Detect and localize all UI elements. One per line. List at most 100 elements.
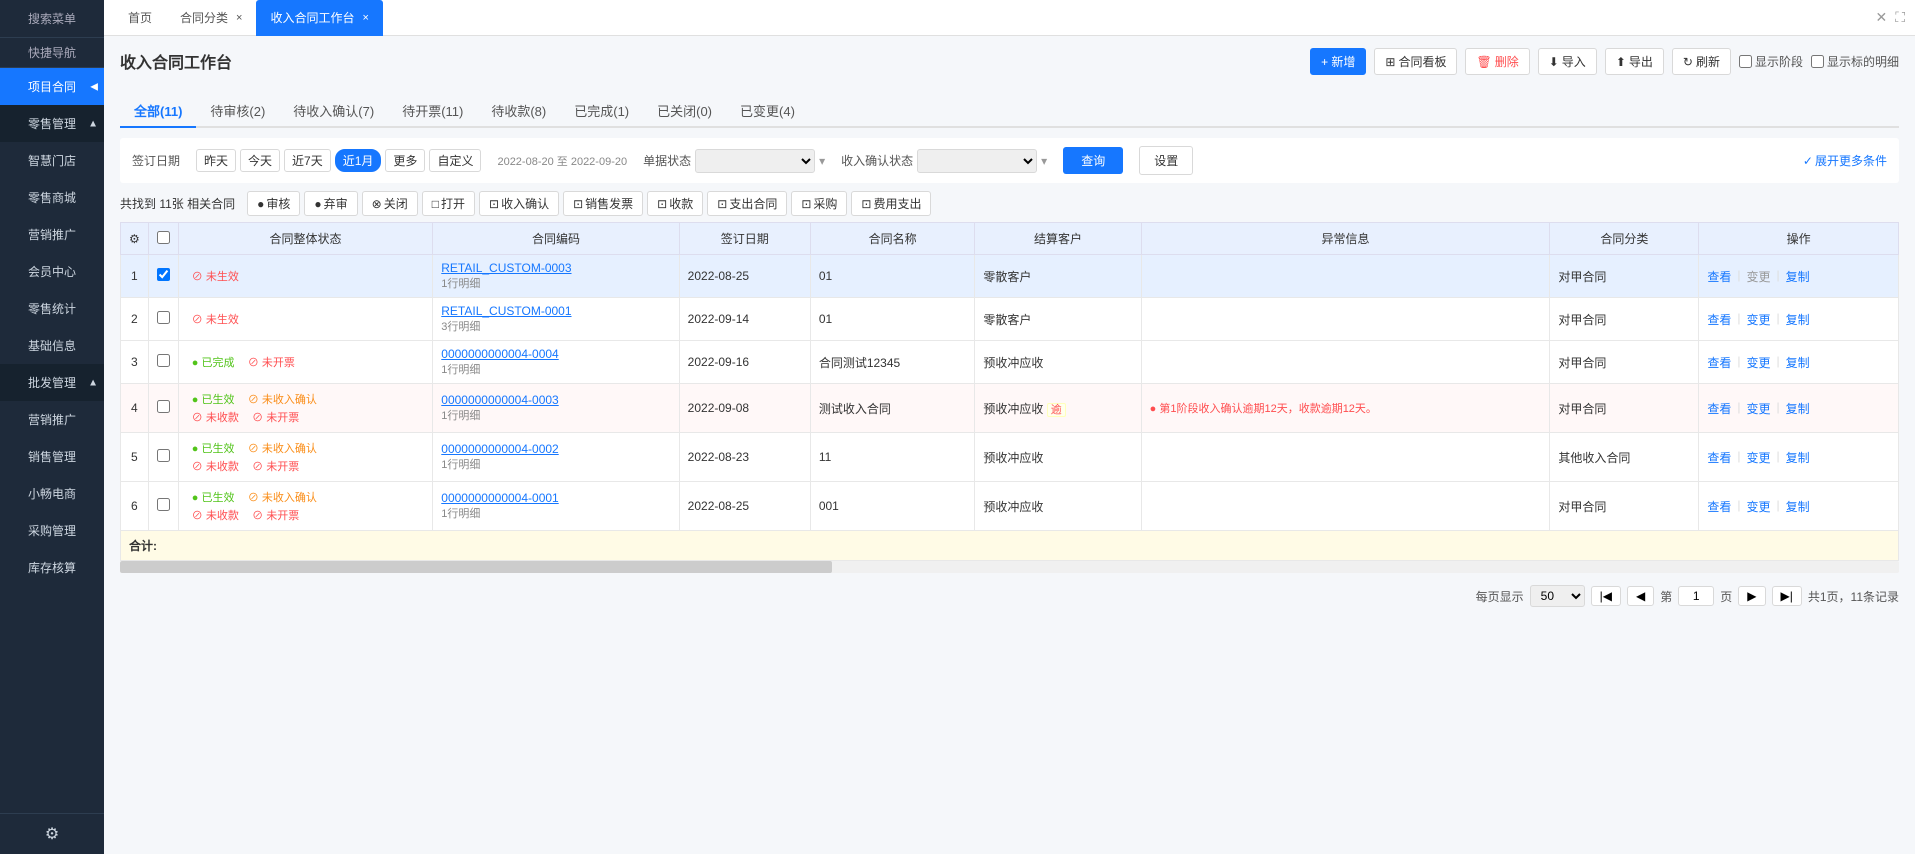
doc-status-select[interactable]: [695, 149, 815, 173]
row-checkbox[interactable]: [148, 255, 178, 298]
sidebar-item-retail-stat[interactable]: 零售统计: [0, 290, 104, 327]
sidebar-item-member[interactable]: 会员中心: [0, 253, 104, 290]
receipt-button[interactable]: ⊡ 收款: [647, 191, 703, 216]
sidebar-nav[interactable]: 快捷导航: [0, 38, 104, 68]
custom-btn[interactable]: 自定义: [429, 149, 481, 172]
close-contract-button[interactable]: ⊗ 关闭: [362, 191, 418, 216]
sidebar-item-project[interactable]: 项目合同 ◀: [0, 68, 104, 105]
sidebar-item-smart-store[interactable]: 智慧门店: [0, 142, 104, 179]
sidebar-settings[interactable]: ⚙: [0, 813, 104, 854]
contract-code-link[interactable]: 0000000000004-0002: [441, 442, 558, 456]
more-btn[interactable]: 更多: [385, 149, 425, 172]
copy-link[interactable]: 复制: [1786, 400, 1810, 417]
close-icon[interactable]: ×: [236, 0, 242, 36]
contract-code-link[interactable]: 0000000000004-0004: [441, 347, 558, 361]
col-checkbox[interactable]: [148, 223, 178, 255]
page-input[interactable]: [1678, 586, 1714, 606]
view-link[interactable]: 查看: [1707, 354, 1731, 371]
query-button[interactable]: 查询: [1063, 147, 1123, 174]
sidebar-item-purchase[interactable]: 采购管理: [0, 512, 104, 549]
export-button[interactable]: ⬆ 导出: [1605, 48, 1664, 75]
sidebar-item-marketing[interactable]: 营销推广: [0, 216, 104, 253]
purchase-button[interactable]: ⊡ 采购: [791, 191, 847, 216]
delete-button[interactable]: 🗑 删除: [1465, 48, 1529, 75]
show-mark-checkbox[interactable]: 显示标的明细: [1811, 53, 1899, 70]
contract-code-link[interactable]: 0000000000004-0001: [441, 491, 558, 505]
import-button[interactable]: ⬇ 导入: [1538, 48, 1597, 75]
first-page-btn[interactable]: |◀: [1591, 586, 1621, 606]
tab-home[interactable]: 首页: [114, 0, 166, 36]
last1month-btn[interactable]: 近1月: [335, 149, 382, 172]
tab-contract-cat[interactable]: 合同分类 ×: [166, 0, 256, 36]
expand-conditions-btn[interactable]: ✓ 展开更多条件: [1803, 152, 1887, 169]
col-exception[interactable]: 异常信息: [1141, 223, 1550, 255]
change-link[interactable]: 变更: [1746, 498, 1770, 515]
col-date[interactable]: 签订日期: [679, 223, 810, 255]
col-category[interactable]: 合同分类: [1550, 223, 1699, 255]
col-settings[interactable]: ⚙: [121, 223, 149, 255]
close-window-icon[interactable]: ✕: [1875, 9, 1887, 26]
row-checkbox[interactable]: [148, 433, 178, 482]
filter-settings-button[interactable]: 设置: [1139, 146, 1193, 175]
filter-tab-changed[interactable]: 已变更(4): [726, 95, 809, 128]
copy-link[interactable]: 复制: [1786, 354, 1810, 371]
filter-tab-all[interactable]: 全部(11): [120, 95, 196, 128]
col-code[interactable]: 合同编码: [433, 223, 679, 255]
view-link[interactable]: 查看: [1707, 400, 1731, 417]
col-name[interactable]: 合同名称: [810, 223, 975, 255]
sidebar-item-mkt-promo[interactable]: 营销推广: [0, 401, 104, 438]
row-checkbox[interactable]: [148, 298, 178, 341]
sales-invoice-button[interactable]: ⊡ 销售发票: [563, 191, 643, 216]
copy-link[interactable]: 复制: [1786, 449, 1810, 466]
sidebar-item-retail-mall[interactable]: 零售商城: [0, 179, 104, 216]
filter-tab-pending-invoice[interactable]: 待开票(11): [388, 95, 477, 128]
dashboard-button[interactable]: ⊞ 合同看板: [1374, 48, 1457, 75]
filter-tab-completed[interactable]: 已完成(1): [560, 95, 643, 128]
income-confirm-button[interactable]: ⊡ 收入确认: [479, 191, 559, 216]
view-link[interactable]: 查看: [1707, 449, 1731, 466]
row-checkbox[interactable]: [148, 384, 178, 433]
contract-code-link[interactable]: 0000000000004-0003: [441, 393, 558, 407]
sidebar-search[interactable]: 搜索菜单: [0, 0, 104, 38]
view-link[interactable]: 查看: [1707, 498, 1731, 515]
sidebar-item-sales-mgmt[interactable]: 销售管理: [0, 438, 104, 475]
sidebar-item-inventory[interactable]: 库存核算: [0, 549, 104, 586]
last7days-btn[interactable]: 近7天: [284, 149, 331, 172]
change-link[interactable]: 变更: [1746, 268, 1770, 285]
open-contract-button[interactable]: □ 打开: [422, 191, 475, 216]
sidebar-item-base-info[interactable]: 基础信息: [0, 327, 104, 364]
filter-tab-pending-review[interactable]: 待审核(2): [196, 95, 279, 128]
col-status[interactable]: 合同整体状态: [178, 223, 433, 255]
last-page-btn[interactable]: ▶|: [1772, 586, 1802, 606]
sidebar-item-xiaochang[interactable]: 小畅电商: [0, 475, 104, 512]
payout-contract-button[interactable]: ⊡ 支出合同: [707, 191, 787, 216]
expand-icon[interactable]: ⛶: [1895, 9, 1905, 26]
col-customer[interactable]: 结算客户: [975, 223, 1141, 255]
tab-income-workbench[interactable]: 收入合同工作台 ×: [256, 0, 382, 36]
next-page-btn[interactable]: ▶: [1738, 586, 1765, 606]
contract-code-link[interactable]: RETAIL_CUSTOM-0001: [441, 304, 571, 318]
copy-link[interactable]: 复制: [1786, 498, 1810, 515]
yesterday-btn[interactable]: 昨天: [196, 149, 236, 172]
view-link[interactable]: 查看: [1707, 311, 1731, 328]
today-btn[interactable]: 今天: [240, 149, 280, 172]
review-button[interactable]: ● 审核: [247, 191, 300, 216]
income-confirm-select[interactable]: [917, 149, 1037, 173]
horizontal-scrollbar[interactable]: [120, 561, 1899, 573]
sidebar-item-retail-mgmt[interactable]: 零售管理 ▲: [0, 105, 104, 142]
copy-link[interactable]: 复制: [1786, 268, 1810, 285]
show-stage-checkbox[interactable]: 显示阶段: [1739, 53, 1803, 70]
filter-tab-pending-income-confirm[interactable]: 待收入确认(7): [279, 95, 388, 128]
page-size-select[interactable]: 50 10 20 100: [1530, 585, 1585, 607]
row-checkbox[interactable]: [148, 341, 178, 384]
copy-link[interactable]: 复制: [1786, 311, 1810, 328]
change-link[interactable]: 变更: [1746, 449, 1770, 466]
contract-code-link[interactable]: RETAIL_CUSTOM-0003: [441, 261, 571, 275]
expense-button[interactable]: ⊡ 费用支出: [851, 191, 931, 216]
refresh-button[interactable]: ↻ 刷新: [1672, 48, 1731, 75]
change-link[interactable]: 变更: [1746, 354, 1770, 371]
row-checkbox[interactable]: [148, 482, 178, 531]
sidebar-item-wholesale[interactable]: 批发管理 ▲: [0, 364, 104, 401]
prev-page-btn[interactable]: ◀: [1627, 586, 1654, 606]
filter-tab-closed[interactable]: 已关闭(0): [643, 95, 726, 128]
